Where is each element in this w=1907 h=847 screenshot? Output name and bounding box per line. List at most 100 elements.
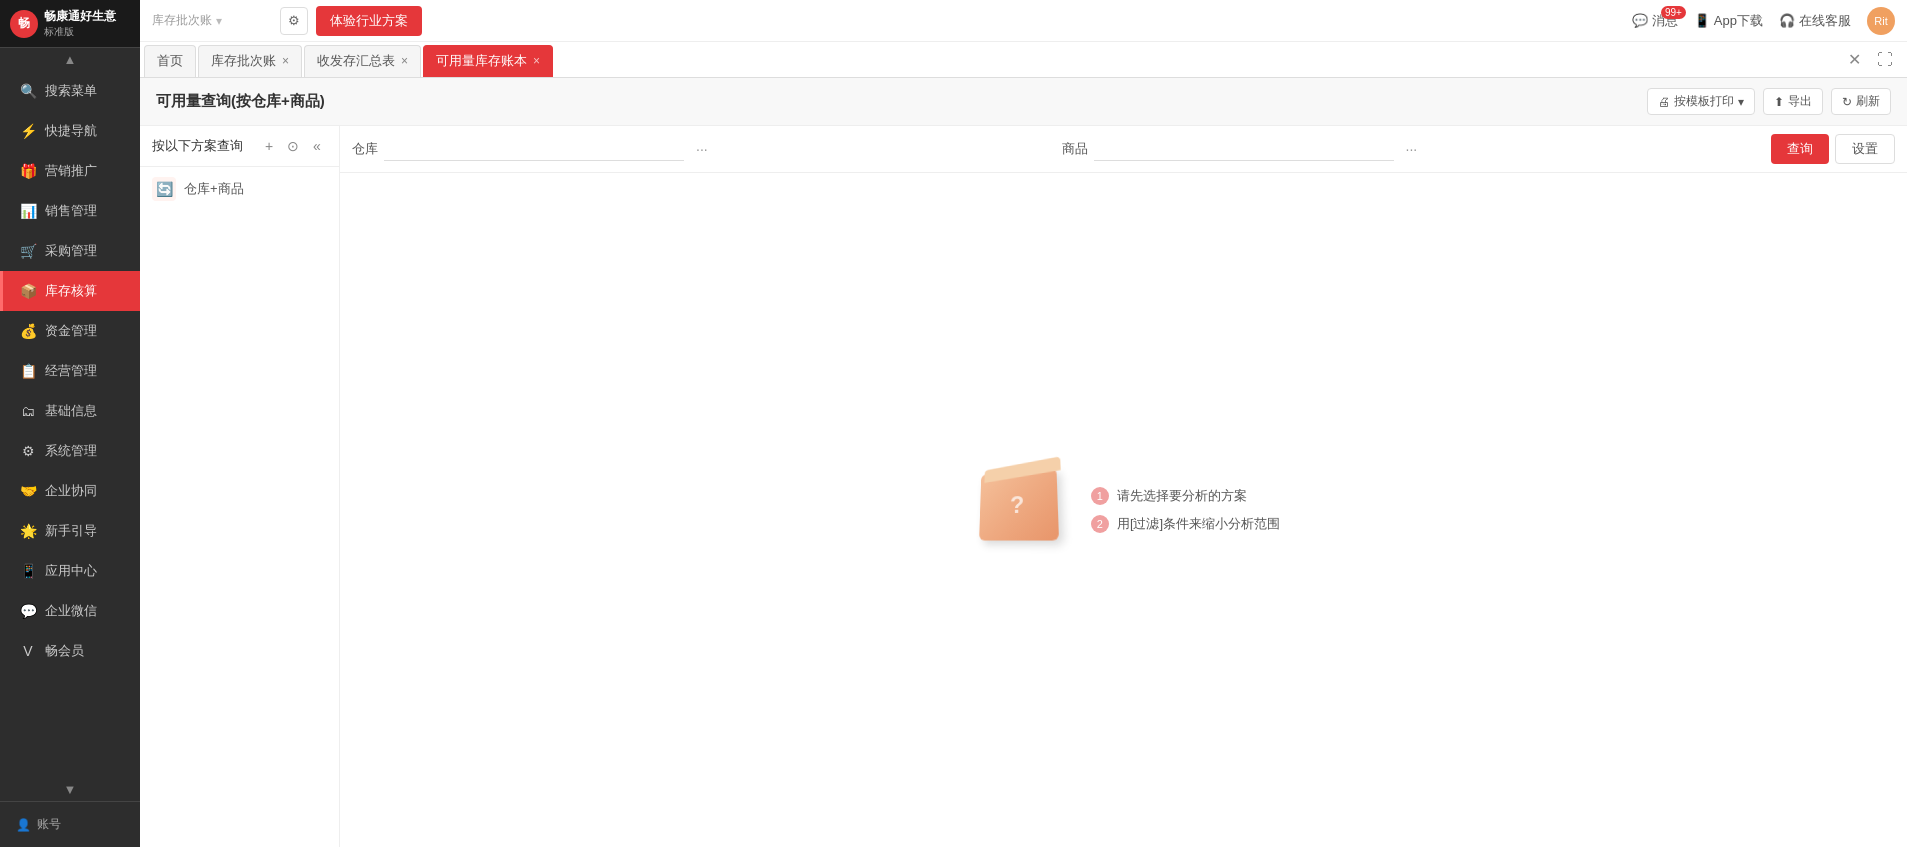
sidebar-item-enterprise[interactable]: 🤝 企业协同 bbox=[0, 471, 140, 511]
app-download-button[interactable]: 📱 App下载 bbox=[1694, 12, 1763, 30]
cycle-icon: 🔄 bbox=[156, 181, 173, 197]
tab-close-button[interactable]: ✕ bbox=[1842, 48, 1867, 71]
query-button[interactable]: 查询 bbox=[1771, 134, 1829, 164]
sidebar-item-purchase[interactable]: 🛒 采购管理 bbox=[0, 231, 140, 271]
export-icon: ⬆ bbox=[1774, 95, 1784, 109]
refresh-button[interactable]: ↻ 刷新 bbox=[1831, 88, 1891, 115]
sidebar-username: 账号 bbox=[37, 816, 61, 833]
service-label: 在线客服 bbox=[1799, 12, 1851, 30]
message-badge: 99+ bbox=[1661, 6, 1686, 19]
filter-add-button[interactable]: + bbox=[259, 136, 279, 156]
tab-available-ledger-label: 可用量库存账本 bbox=[436, 52, 527, 70]
tab-expand-button[interactable]: ⛶ bbox=[1871, 49, 1899, 71]
sidebar-item-label: 系统管理 bbox=[45, 442, 97, 460]
tab-available-ledger-close[interactable]: × bbox=[533, 54, 540, 68]
print-chevron: ▾ bbox=[1738, 95, 1744, 109]
query-actions: 查询 设置 bbox=[1771, 134, 1895, 164]
sidebar-item-label: 应用中心 bbox=[45, 562, 97, 580]
filter-warehouse-product[interactable]: 🔄 仓库+商品 bbox=[140, 167, 339, 211]
enterprise-icon: 🤝 bbox=[19, 482, 37, 500]
sidebar-item-label: 企业微信 bbox=[45, 602, 97, 620]
sidebar-bottom-user[interactable]: 👤 账号 bbox=[8, 810, 132, 839]
search-icon: 🔍 bbox=[19, 82, 37, 100]
warehouse-field: 仓库 ··· bbox=[352, 137, 1050, 161]
sidebar-item-inventory[interactable]: 📦 库存核算 bbox=[0, 271, 140, 311]
empty-text: 1 请先选择要分析的方案 2 用[过滤]条件来缩小分析范围 bbox=[1091, 487, 1280, 533]
sidebar-bottom: 👤 账号 bbox=[0, 801, 140, 847]
sidebar-header: 畅 畅康通好生意 标准版 bbox=[0, 0, 140, 48]
breadcrumb-text: 库存批次账 bbox=[152, 12, 212, 29]
sidebar-item-guide[interactable]: 🌟 新手引导 bbox=[0, 511, 140, 551]
sidebar-item-search[interactable]: 🔍 搜索菜单 bbox=[0, 71, 140, 111]
topbar-gear-button[interactable]: ⚙ bbox=[280, 7, 308, 35]
hint-number-1: 1 bbox=[1091, 487, 1109, 505]
content-area: 按以下方案查询 + ⊙ « 🔄 仓库+商品 仓库 bbox=[140, 126, 1907, 847]
sidebar-item-basic[interactable]: 🗂 基础信息 bbox=[0, 391, 140, 431]
wechat-icon: 💬 bbox=[19, 602, 37, 620]
filter-collapse-button[interactable]: « bbox=[307, 136, 327, 156]
sidebar-item-shortcut[interactable]: ⚡ 快捷导航 bbox=[0, 111, 140, 151]
filter-header-label: 按以下方案查询 bbox=[152, 137, 243, 155]
sidebar: 畅 畅康通好生意 标准版 ▲ 🔍 搜索菜单 ⚡ 快捷导航 🎁 营销推广 📊 销售… bbox=[0, 0, 140, 847]
warehouse-label: 仓库 bbox=[352, 140, 378, 158]
sidebar-item-vip[interactable]: V 畅会员 bbox=[0, 631, 140, 671]
empty-hint-2: 2 用[过滤]条件来缩小分析范围 bbox=[1091, 515, 1280, 533]
sidebar-item-label: 企业协同 bbox=[45, 482, 97, 500]
breadcrumb: 库存批次账 ▾ bbox=[152, 12, 272, 29]
tab-batch-account-close[interactable]: × bbox=[282, 54, 289, 68]
message-button[interactable]: 💬 消息 99+ bbox=[1632, 12, 1678, 30]
product-more-button[interactable]: ··· bbox=[1400, 139, 1424, 159]
sidebar-item-app-center[interactable]: 📱 应用中心 bbox=[0, 551, 140, 591]
product-input[interactable] bbox=[1094, 137, 1394, 161]
warehouse-input[interactable] bbox=[384, 137, 684, 161]
sidebar-item-marketing[interactable]: 🎁 营销推广 bbox=[0, 151, 140, 191]
guide-icon: 🌟 bbox=[19, 522, 37, 540]
refresh-label: 刷新 bbox=[1856, 93, 1880, 110]
sidebar-item-finance[interactable]: 💰 资金管理 bbox=[0, 311, 140, 351]
sidebar-item-wechat[interactable]: 💬 企业微信 bbox=[0, 591, 140, 631]
breadcrumb-chevron: ▾ bbox=[216, 14, 222, 28]
sidebar-item-system[interactable]: ⚙ 系统管理 bbox=[0, 431, 140, 471]
tab-batch-account-label: 库存批次账 bbox=[211, 52, 276, 70]
empty-illustration bbox=[967, 460, 1067, 560]
print-template-button[interactable]: 🖨 按模板打印 ▾ bbox=[1647, 88, 1755, 115]
export-label: 导出 bbox=[1788, 93, 1812, 110]
tab-batch-account[interactable]: 库存批次账 × bbox=[198, 45, 302, 77]
user-menu[interactable]: Rit bbox=[1867, 7, 1895, 35]
left-filter-panel: 按以下方案查询 + ⊙ « 🔄 仓库+商品 bbox=[140, 126, 340, 847]
service-button[interactable]: 🎧 在线客服 bbox=[1779, 12, 1851, 30]
warehouse-more-button[interactable]: ··· bbox=[690, 139, 714, 159]
sidebar-scroll-up[interactable]: ▲ bbox=[0, 48, 140, 71]
sidebar-item-sales[interactable]: 📊 销售管理 bbox=[0, 191, 140, 231]
hint-text-1: 请先选择要分析的方案 bbox=[1117, 487, 1247, 505]
tab-available-ledger[interactable]: 可用量库存账本 × bbox=[423, 45, 553, 77]
sidebar-item-label: 库存核算 bbox=[45, 282, 97, 300]
tab-receive-summary[interactable]: 收发存汇总表 × bbox=[304, 45, 421, 77]
filter-item-icon: 🔄 bbox=[152, 177, 176, 201]
app-subtitle: 标准版 bbox=[44, 25, 116, 39]
sidebar-item-label: 营销推广 bbox=[45, 162, 97, 180]
page-title: 可用量查询(按仓库+商品) bbox=[156, 92, 325, 111]
filter-settings-button[interactable]: ⊙ bbox=[283, 136, 303, 156]
app-center-icon: 📱 bbox=[19, 562, 37, 580]
tab-receive-summary-close[interactable]: × bbox=[401, 54, 408, 68]
app-logo: 畅 bbox=[10, 10, 38, 38]
system-icon: ⚙ bbox=[19, 442, 37, 460]
sidebar-item-label: 资金管理 bbox=[45, 322, 97, 340]
topbar-right: 💬 消息 99+ 📱 App下载 🎧 在线客服 Rit bbox=[1632, 7, 1895, 35]
inventory-icon: 📦 bbox=[19, 282, 37, 300]
sidebar-scroll-down[interactable]: ▼ bbox=[0, 778, 140, 801]
page-header: 可用量查询(按仓库+商品) 🖨 按模板打印 ▾ ⬆ 导出 ↻ 刷新 bbox=[140, 78, 1907, 126]
app-title: 畅康通好生意 bbox=[44, 8, 116, 25]
settings-button[interactable]: 设置 bbox=[1835, 134, 1895, 164]
product-field: 商品 ··· bbox=[1062, 137, 1760, 161]
sidebar-item-label: 经营管理 bbox=[45, 362, 97, 380]
filter-header-actions: + ⊙ « bbox=[259, 136, 327, 156]
print-icon: 🖨 bbox=[1658, 95, 1670, 109]
sidebar-item-operations[interactable]: 📋 经营管理 bbox=[0, 351, 140, 391]
industry-solution-button[interactable]: 体验行业方案 bbox=[316, 6, 422, 36]
tab-home[interactable]: 首页 bbox=[144, 45, 196, 77]
message-icon: 💬 bbox=[1632, 13, 1648, 28]
export-button[interactable]: ⬆ 导出 bbox=[1763, 88, 1823, 115]
tabs-right-actions: ✕ ⛶ bbox=[1842, 48, 1907, 71]
